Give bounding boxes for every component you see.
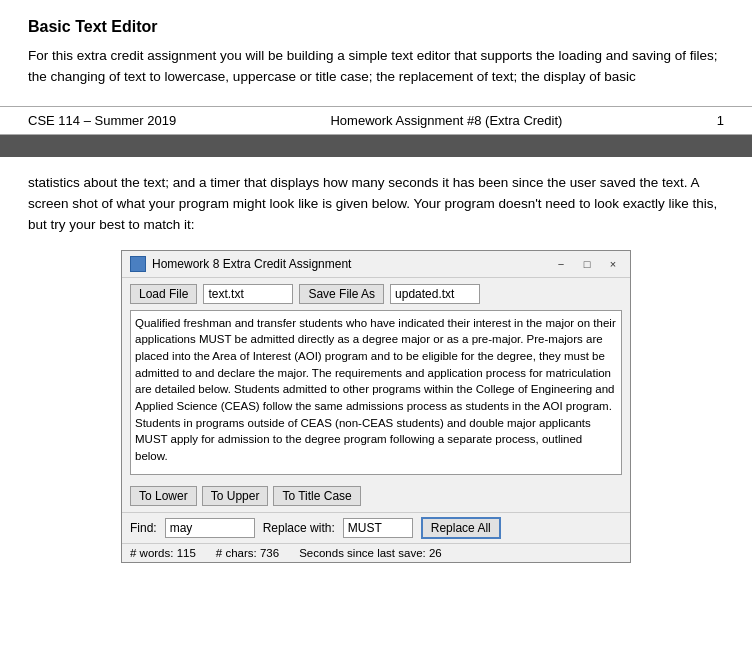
doc-intro-text: For this extra credit assignment you wil… [28, 46, 724, 88]
save-filename-input[interactable] [390, 284, 480, 304]
textarea-wrapper [122, 310, 630, 486]
footer-center: Homework Assignment #8 (Extra Credit) [330, 113, 562, 128]
close-button[interactable]: × [604, 256, 622, 272]
titlebar-left: Homework 8 Extra Credit Assignment [130, 256, 351, 272]
footer-right: 1 [717, 113, 724, 128]
doc-footer: CSE 114 – Summer 2019 Homework Assignmen… [0, 106, 752, 135]
app-window: Homework 8 Extra Credit Assignment − □ ×… [121, 250, 631, 563]
dark-divider-bar [0, 135, 752, 157]
to-lower-button[interactable]: To Lower [130, 486, 197, 506]
main-textarea[interactable] [130, 310, 622, 475]
to-title-case-button[interactable]: To Title Case [273, 486, 360, 506]
chars-count: # chars: 736 [216, 547, 279, 559]
timer-display: Seconds since last save: 26 [299, 547, 442, 559]
case-buttons-row: To Lower To Upper To Title Case [122, 486, 630, 512]
app-icon [130, 256, 146, 272]
words-count: # words: 115 [130, 547, 196, 559]
replace-input[interactable] [343, 518, 413, 538]
app-toolbar: Load File Save File As [122, 278, 630, 310]
find-input[interactable] [165, 518, 255, 538]
app-title-text: Homework 8 Extra Credit Assignment [152, 257, 351, 271]
maximize-button[interactable]: □ [578, 256, 596, 272]
doc-body-text: statistics about the text; and a timer t… [28, 173, 724, 236]
find-label: Find: [130, 521, 157, 535]
filename-input[interactable] [203, 284, 293, 304]
load-file-button[interactable]: Load File [130, 284, 197, 304]
replace-label: Replace with: [263, 521, 335, 535]
doc-bottom-section: statistics about the text; and a timer t… [0, 157, 752, 573]
app-titlebar: Homework 8 Extra Credit Assignment − □ × [122, 251, 630, 278]
app-statusbar: # words: 115 # chars: 736 Seconds since … [122, 543, 630, 562]
doc-top-section: Basic Text Editor For this extra credit … [0, 0, 752, 96]
save-file-as-button[interactable]: Save File As [299, 284, 384, 304]
find-replace-row: Find: Replace with: Replace All [122, 512, 630, 543]
replace-all-button[interactable]: Replace All [421, 517, 501, 539]
footer-left: CSE 114 – Summer 2019 [28, 113, 176, 128]
to-upper-button[interactable]: To Upper [202, 486, 269, 506]
minimize-button[interactable]: − [552, 256, 570, 272]
doc-title: Basic Text Editor [28, 18, 724, 36]
titlebar-controls: − □ × [552, 256, 622, 272]
